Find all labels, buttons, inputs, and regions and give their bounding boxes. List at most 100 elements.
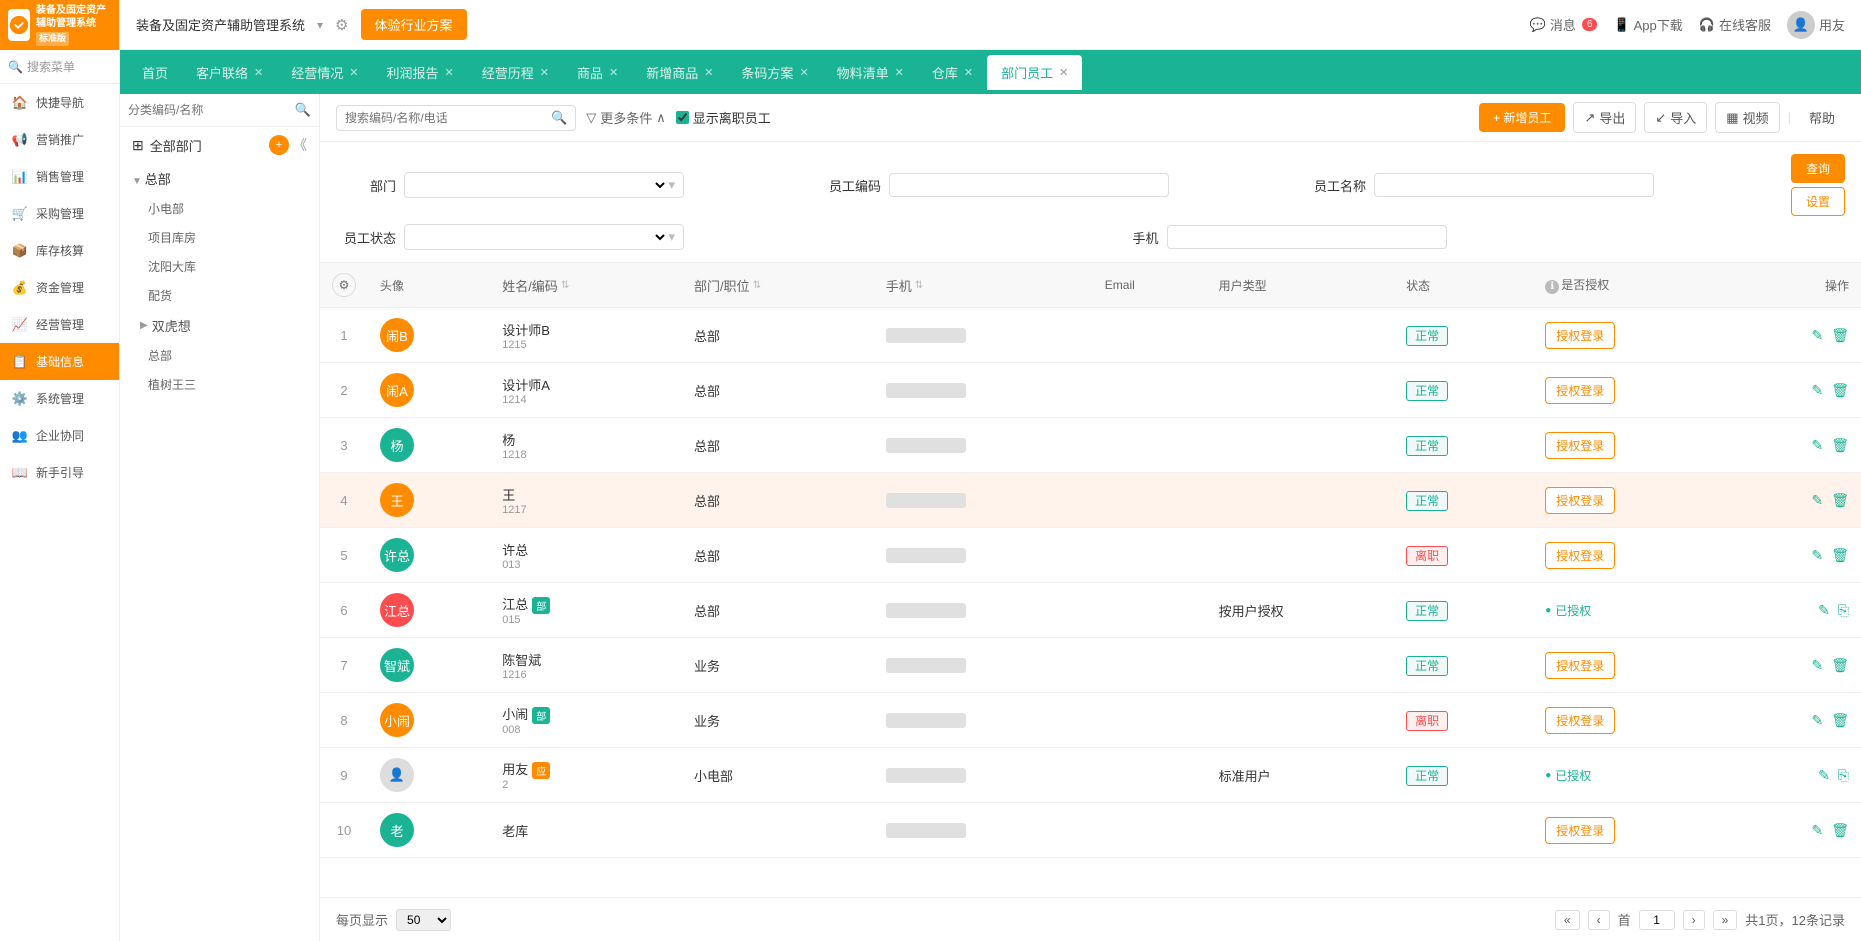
tab-add-goods-close[interactable]: ✕ — [704, 66, 713, 79]
tab-goods[interactable]: 商品 ✕ — [563, 55, 632, 90]
view-button[interactable]: ▦ 视频 — [1715, 102, 1779, 133]
column-settings-icon[interactable]: ⚙ — [332, 273, 356, 297]
settings-icon[interactable]: ⚙ — [335, 16, 348, 34]
sidebar-item-collab[interactable]: 👥 企业协同 — [0, 417, 119, 454]
tree-collapse-button[interactable]: 《 — [293, 135, 307, 155]
copy-icon-9[interactable]: ⎘ — [1838, 767, 1849, 784]
auth-button-8[interactable]: 授权登录 — [1545, 707, 1615, 734]
tree-item-headquarters[interactable]: 总部 — [120, 163, 319, 194]
sidebar-item-nav[interactable]: 🏠 快捷导航 — [0, 84, 119, 121]
tab-barcode[interactable]: 条码方案 ✕ — [727, 55, 822, 90]
th-phone-sort[interactable]: 手机 — [886, 276, 1081, 295]
edit-icon-3[interactable]: ✎ — [1811, 437, 1823, 454]
tree-sub-item-shenyang[interactable]: 沈阳大库 — [120, 252, 319, 281]
show-resigned-checkbox[interactable]: 显示离职员工 — [676, 108, 771, 127]
sidebar-item-system[interactable]: ⚙️ 系统管理 — [0, 380, 119, 417]
edit-icon-1[interactable]: ✎ — [1811, 327, 1823, 344]
tab-employee[interactable]: 部门员工 ✕ — [987, 55, 1082, 90]
sidebar-item-inventory[interactable]: 📦 库存核算 — [0, 232, 119, 269]
first-page-button[interactable]: « — [1555, 910, 1580, 930]
emp-name-input[interactable] — [1374, 173, 1654, 197]
sidebar-item-basic[interactable]: 📋 基础信息 — [0, 343, 119, 380]
experience-plan-button[interactable]: 体验行业方案 — [361, 9, 467, 40]
tab-profit-close[interactable]: ✕ — [445, 66, 454, 79]
edit-icon-5[interactable]: ✎ — [1811, 547, 1823, 564]
app-download-button[interactable]: 📱 App下载 — [1613, 15, 1682, 34]
tab-add-goods[interactable]: 新增商品 ✕ — [632, 55, 727, 90]
auth-button-7[interactable]: 授权登录 — [1545, 652, 1615, 679]
tree-sub-item-small-elec[interactable]: 小电部 — [120, 194, 319, 223]
sidebar-item-finance[interactable]: 💰 资金管理 — [0, 269, 119, 306]
auth-button-5[interactable]: 授权登录 — [1545, 542, 1615, 569]
tree-sub-item-zongbu[interactable]: 总部 — [120, 341, 319, 370]
delete-icon-7[interactable]: 🗑 — [1831, 657, 1849, 674]
employee-search-icon[interactable]: 🔍 — [551, 110, 567, 126]
current-page-input[interactable] — [1639, 910, 1675, 930]
copy-icon-6[interactable]: ⎘ — [1838, 602, 1849, 619]
delete-icon-1[interactable]: 🗑 — [1831, 327, 1849, 344]
show-resigned-input[interactable] — [676, 111, 689, 124]
tree-item-shuanghu[interactable]: 双虎想 — [120, 310, 319, 341]
setting-button[interactable]: 设置 — [1791, 187, 1845, 216]
delete-icon-3[interactable]: 🗑 — [1831, 437, 1849, 454]
auth-button-1[interactable]: 授权登录 — [1545, 322, 1615, 349]
user-menu[interactable]: 👤 用友 — [1787, 11, 1845, 39]
dept-select-wrapper[interactable]: ▾ — [404, 172, 684, 198]
per-page-select[interactable]: 50 100 — [396, 909, 451, 931]
tree-add-button[interactable]: + — [269, 135, 289, 155]
auth-button-2[interactable]: 授权登录 — [1545, 377, 1615, 404]
tab-operation-close[interactable]: ✕ — [349, 66, 358, 79]
tab-warehouse-close[interactable]: ✕ — [964, 66, 973, 79]
delete-icon-4[interactable]: 🗑 — [1831, 492, 1849, 509]
tab-customer[interactable]: 客户联络 ✕ — [182, 55, 277, 90]
tab-history-close[interactable]: ✕ — [540, 66, 549, 79]
sidebar-item-guide[interactable]: 📖 新手引导 — [0, 454, 119, 491]
tab-profit[interactable]: 利润报告 ✕ — [372, 55, 467, 90]
add-employee-button[interactable]: + 新增员工 — [1479, 103, 1565, 132]
employee-search-input[interactable] — [345, 111, 545, 125]
tab-history[interactable]: 经营历程 ✕ — [468, 55, 563, 90]
tab-warehouse[interactable]: 仓库 ✕ — [918, 55, 987, 90]
delete-icon-5[interactable]: 🗑 — [1831, 547, 1849, 564]
th-name-sort[interactable]: 姓名/编码 — [502, 276, 670, 295]
last-page-button[interactable]: » — [1713, 910, 1738, 930]
sidebar-item-sales[interactable]: 📊 销售管理 — [0, 158, 119, 195]
status-select[interactable] — [413, 229, 668, 245]
more-conditions-button[interactable]: ▽ 更多条件 ∧ — [586, 108, 666, 127]
auth-button-4[interactable]: 授权登录 — [1545, 487, 1615, 514]
tab-operation[interactable]: 经营情况 ✕ — [277, 55, 372, 90]
tab-bom-close[interactable]: ✕ — [895, 66, 904, 79]
edit-icon-8[interactable]: ✎ — [1811, 712, 1823, 729]
sidebar-item-marketing[interactable]: 📢 营销推广 — [0, 121, 119, 158]
edit-icon-9[interactable]: ✎ — [1818, 767, 1830, 784]
delete-icon-10[interactable]: 🗑 — [1831, 822, 1849, 839]
import-button[interactable]: ↙ 导入 — [1644, 102, 1707, 133]
sidebar-item-purchase[interactable]: 🛒 采购管理 — [0, 195, 119, 232]
sidebar-item-operation[interactable]: 📈 经营管理 — [0, 306, 119, 343]
edit-icon-6[interactable]: ✎ — [1818, 602, 1830, 619]
status-select-wrapper[interactable]: ▾ — [404, 224, 684, 250]
auth-button-3[interactable]: 授权登录 — [1545, 432, 1615, 459]
export-button[interactable]: ↗ 导出 — [1573, 102, 1636, 133]
tab-barcode-close[interactable]: ✕ — [799, 66, 808, 79]
next-page-button[interactable]: › — [1683, 910, 1705, 930]
auth-button-10[interactable]: 授权登录 — [1545, 817, 1615, 844]
help-button[interactable]: 帮助 — [1799, 103, 1845, 132]
th-dept-sort[interactable]: 部门/职位 — [694, 276, 862, 295]
tab-goods-close[interactable]: ✕ — [609, 66, 618, 79]
delete-icon-2[interactable]: 🗑 — [1831, 382, 1849, 399]
edit-icon-7[interactable]: ✎ — [1811, 657, 1823, 674]
messages-button[interactable]: 💬 消息 6 — [1530, 15, 1598, 34]
tab-employee-close[interactable]: ✕ — [1059, 66, 1068, 79]
edit-icon-10[interactable]: ✎ — [1811, 822, 1823, 839]
delete-icon-8[interactable]: 🗑 — [1831, 712, 1849, 729]
edit-icon-4[interactable]: ✎ — [1811, 492, 1823, 509]
emp-code-input[interactable] — [889, 173, 1169, 197]
query-button[interactable]: 查询 — [1791, 154, 1845, 183]
tab-home[interactable]: 首页 — [128, 55, 182, 90]
tree-sub-item-project-room[interactable]: 项目库房 — [120, 223, 319, 252]
sidebar-search[interactable]: 🔍 搜索菜单 — [0, 50, 119, 84]
phone-input[interactable] — [1167, 225, 1447, 249]
online-service-button[interactable]: 🎧 在线客服 — [1699, 15, 1771, 34]
tab-customer-close[interactable]: ✕ — [254, 66, 263, 79]
